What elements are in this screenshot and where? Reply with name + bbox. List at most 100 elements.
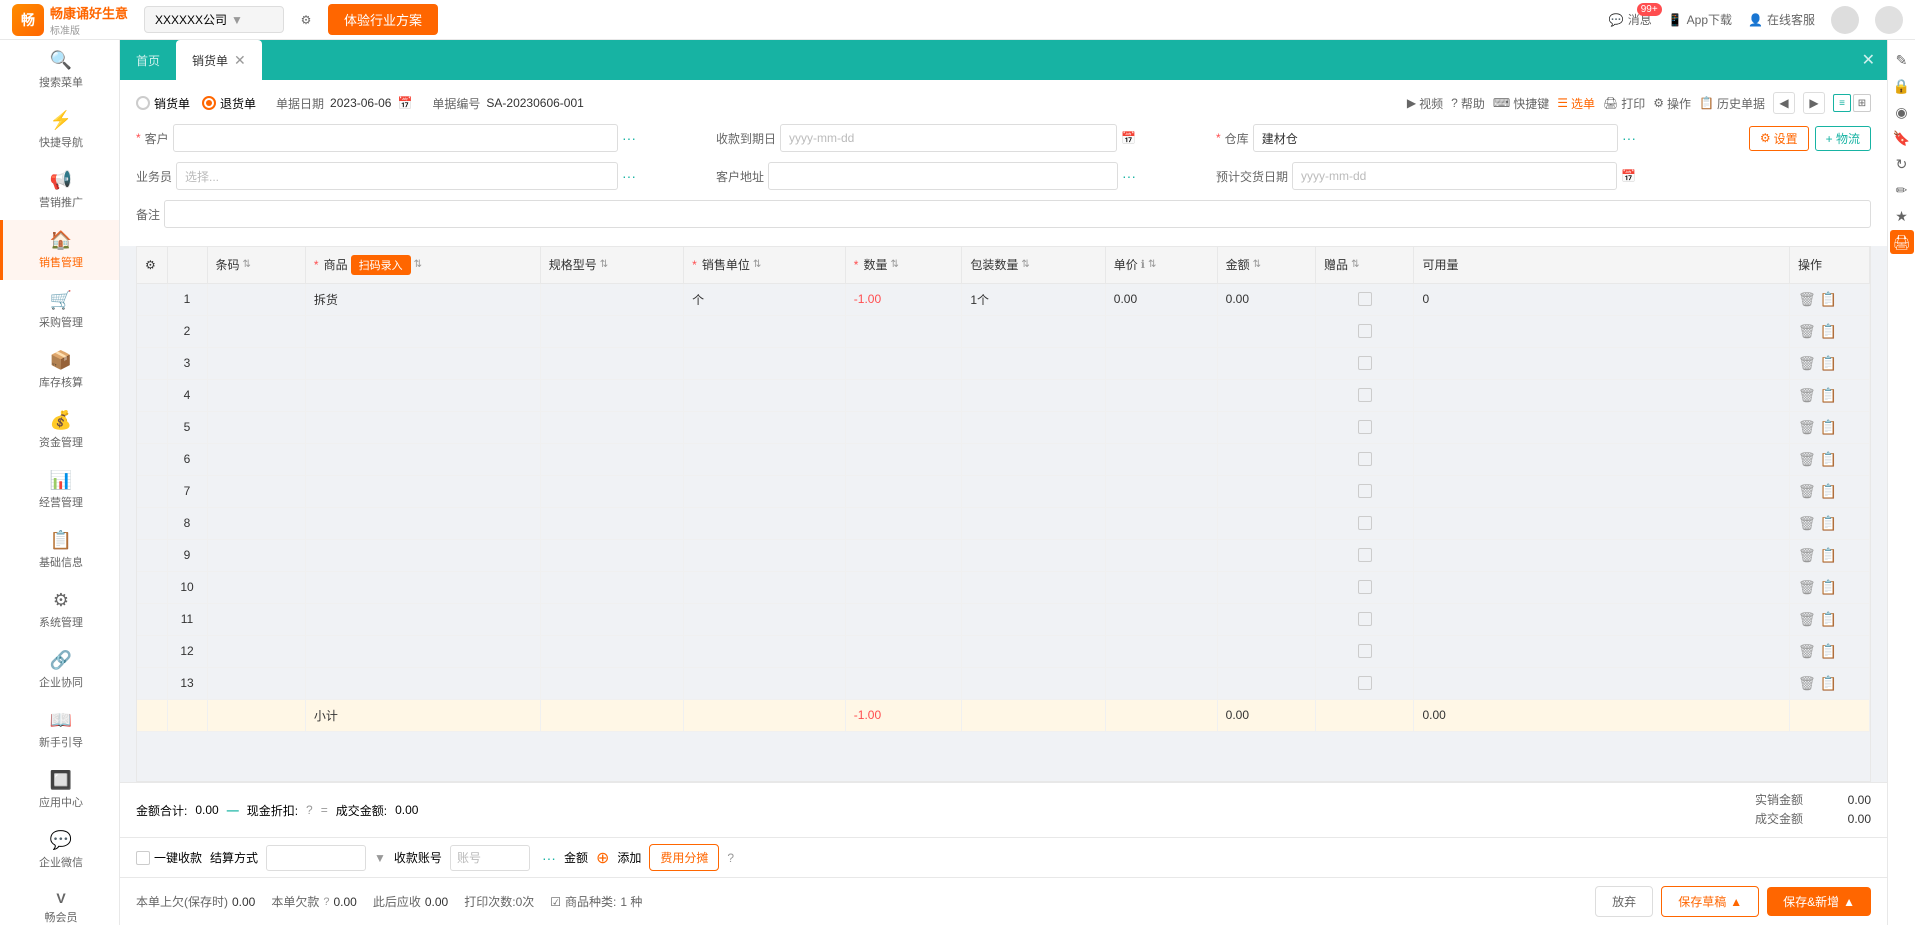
warehouse-input[interactable]: 建材仓 [1253, 124, 1618, 152]
delete-icon-7[interactable]: 🗑 [1798, 483, 1816, 500]
delete-icon-11[interactable]: 🗑 [1798, 611, 1816, 628]
save-draft-button[interactable]: 保存草稿 ▲ [1661, 886, 1759, 917]
price-sort-icon[interactable]: ⇅ [1148, 259, 1156, 270]
unit-sort-icon[interactable]: ⇅ [753, 259, 761, 270]
rp-icon-8[interactable]: 🖨 [1890, 230, 1914, 254]
receive-date-input[interactable]: yyyy-mm-dd [780, 124, 1117, 152]
gift-checkbox-11[interactable] [1358, 612, 1372, 626]
tab-sales-order[interactable]: 销货单 ✕ [176, 40, 262, 80]
sidebar-item-basic-info[interactable]: 📋 基础信息 [0, 520, 119, 580]
sidebar-item-quicknav[interactable]: ⚡ 快捷导航 [0, 100, 119, 160]
delivery-date-input[interactable]: yyyy-mm-dd [1292, 162, 1617, 190]
grid-view-icon[interactable]: ≡ [1833, 94, 1851, 112]
product-sort-icon[interactable]: ⇅ [414, 259, 422, 270]
copy-icon-1[interactable]: 📋 [1820, 291, 1837, 308]
product-cell-1[interactable]: 拆货 [305, 283, 540, 315]
customer-addr-select-icon[interactable]: ··· [1122, 168, 1136, 184]
tab-close-icon[interactable]: ✕ [234, 52, 246, 69]
unit-cell-1[interactable]: 个 [684, 283, 846, 315]
copy-icon-12[interactable]: 📋 [1820, 643, 1837, 660]
sidebar-item-members[interactable]: V 畅会员 [0, 880, 119, 925]
warehouse-select-icon[interactable]: ··· [1622, 130, 1636, 146]
avatar[interactable] [1831, 6, 1859, 34]
gift-checkbox-10[interactable] [1358, 580, 1372, 594]
print-btn[interactable]: 🖨 打印 [1603, 95, 1645, 112]
online-service-btn[interactable]: 👤 在线客服 [1748, 11, 1815, 28]
sidebar-item-system[interactable]: ⚙ 系统管理 [0, 580, 119, 640]
pack-sort-icon[interactable]: ⇅ [1021, 259, 1029, 270]
sidebar-item-purchase[interactable]: 🛒 采购管理 [0, 280, 119, 340]
draft-dropdown-icon[interactable]: ▲ [1730, 895, 1742, 909]
delete-icon-10[interactable]: 🗑 [1798, 579, 1816, 596]
radio-sales-order[interactable]: 销货单 [136, 95, 190, 112]
customer-addr-input[interactable] [768, 162, 1118, 190]
copy-icon-6[interactable]: 📋 [1820, 451, 1837, 468]
rp-icon-3[interactable]: ◉ [1890, 100, 1914, 124]
cash-discount-info-icon[interactable]: ? [306, 803, 313, 817]
next-record-btn[interactable]: ▶ [1803, 92, 1825, 114]
receive-date-calendar-icon[interactable]: 📅 [1121, 131, 1136, 145]
delete-icon-8[interactable]: 🗑 [1798, 515, 1816, 532]
expense-info-icon[interactable]: ? [727, 851, 734, 865]
spec-sort-icon[interactable]: ⇅ [600, 259, 608, 270]
avatar2[interactable] [1875, 6, 1903, 34]
rp-icon-2[interactable]: 🔒 [1890, 74, 1914, 98]
qty-cell-2[interactable] [845, 315, 962, 347]
gift-checkbox-6[interactable] [1358, 452, 1372, 466]
rp-icon-6[interactable]: ✏ [1890, 178, 1914, 202]
pack-qty-cell-2[interactable] [962, 315, 1105, 347]
tab-home[interactable]: 首页 [120, 40, 176, 80]
scan-barcode-button[interactable]: 扫码录入 [351, 255, 411, 275]
barcode-cell-1[interactable] [207, 283, 305, 315]
price-info-icon[interactable]: ℹ [1141, 258, 1145, 271]
pack-qty-cell-1[interactable]: 1个 [962, 283, 1105, 315]
copy-icon-2[interactable]: 📋 [1820, 323, 1837, 340]
qty-cell-1[interactable]: -1.00 [845, 283, 962, 315]
add-payment-icon[interactable]: ⊕ [596, 848, 609, 868]
notes-input[interactable] [164, 200, 1871, 228]
delete-icon-13[interactable]: 🗑 [1798, 675, 1816, 692]
salesperson-input[interactable]: 选择... [176, 162, 618, 190]
customer-select-icon[interactable]: ··· [622, 130, 636, 146]
product-cell-2[interactable] [305, 315, 540, 347]
delete-icon-2[interactable]: 🗑 [1798, 323, 1816, 340]
sidebar-item-operations[interactable]: 📊 经营管理 [0, 460, 119, 520]
save-new-button[interactable]: 保存&新增 ▲ [1767, 887, 1871, 916]
delete-icon-3[interactable]: 🗑 [1798, 355, 1816, 372]
sidebar-item-guide[interactable]: 📖 新手引导 [0, 700, 119, 760]
sidebar-item-search[interactable]: 🔍 搜索菜单 [0, 40, 119, 100]
copy-icon-10[interactable]: 📋 [1820, 579, 1837, 596]
account-input[interactable]: 账号 [450, 845, 530, 871]
copy-icon-13[interactable]: 📋 [1820, 675, 1837, 692]
delete-icon-12[interactable]: 🗑 [1798, 643, 1816, 660]
sidebar-item-wechat[interactable]: 💬 企业微信 [0, 820, 119, 880]
unit-cell-2[interactable] [684, 315, 846, 347]
sidebar-item-inventory[interactable]: 📦 库存核算 [0, 340, 119, 400]
operation-btn[interactable]: ⚙ 操作 [1653, 95, 1691, 112]
one-click-cb[interactable] [136, 851, 150, 865]
app-download-btn[interactable]: 📱 App下载 [1668, 11, 1732, 28]
rp-icon-4[interactable]: 🔖 [1890, 126, 1914, 150]
sidebar-item-finance[interactable]: 💰 资金管理 [0, 400, 119, 460]
settlement-input[interactable] [266, 845, 366, 871]
copy-icon-8[interactable]: 📋 [1820, 515, 1837, 532]
delivery-date-calendar-icon[interactable]: 📅 [1621, 169, 1636, 183]
spec-cell-1[interactable] [540, 283, 683, 315]
settings-col-icon[interactable]: ⚙ [145, 258, 156, 272]
sidebar-item-collab[interactable]: 🔗 企业协同 [0, 640, 119, 700]
history-btn[interactable]: 📋 历史单据 [1699, 95, 1765, 112]
salesperson-select-icon[interactable]: ··· [622, 168, 636, 184]
shortcut-btn[interactable]: ⌨ 快捷键 [1493, 95, 1549, 112]
gift-checkbox-2[interactable] [1358, 324, 1372, 338]
close-panel-icon[interactable]: ✕ [1862, 50, 1875, 70]
copy-icon-11[interactable]: 📋 [1820, 611, 1837, 628]
delete-icon-9[interactable]: 🗑 [1798, 547, 1816, 564]
trial-button[interactable]: 体验行业方案 [328, 4, 438, 35]
price-cell-2[interactable] [1105, 315, 1217, 347]
company-selector[interactable]: XXXXXX公司 ▼ [144, 6, 284, 33]
gift-checkbox-8[interactable] [1358, 516, 1372, 530]
dropdown-icon-settlement[interactable]: ▼ [374, 851, 386, 865]
gift-checkbox-13[interactable] [1358, 676, 1372, 690]
settings-icon[interactable]: ⚙ [292, 6, 320, 34]
list-view-icon[interactable]: ⊞ [1853, 94, 1871, 112]
